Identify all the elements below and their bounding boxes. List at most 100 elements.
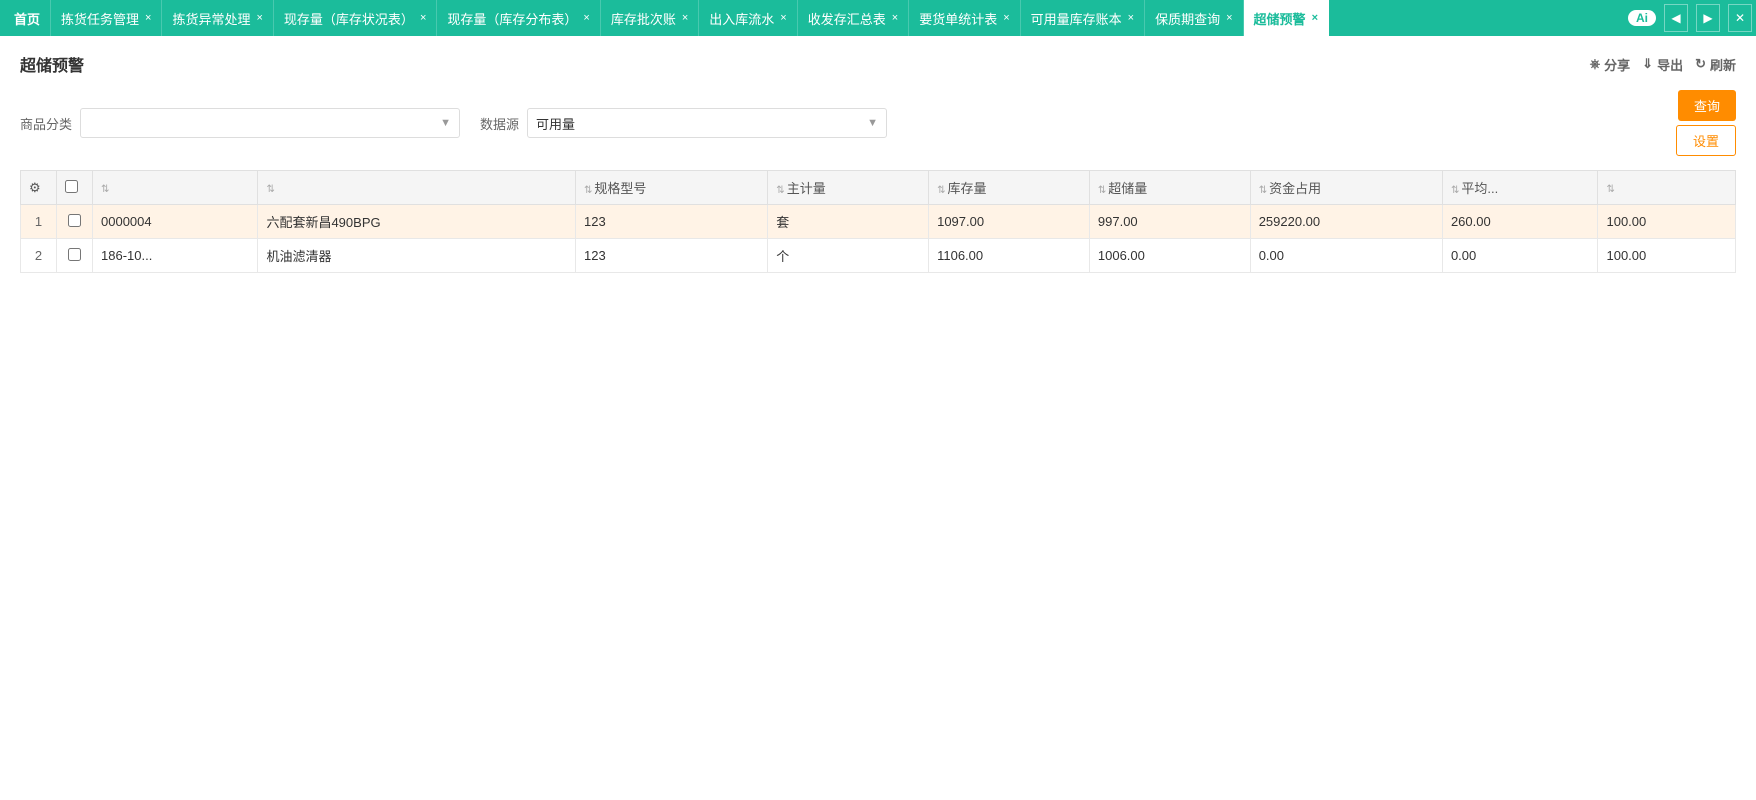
share-button[interactable]: ⎈ 分享 [1590,55,1630,74]
filter-area: 商品分类 ▼ 数据源 可用量 ▼ 查询 设置 [20,90,1736,156]
nav-item-label: 出入库流水 [709,9,774,28]
nav-item-close-icon[interactable]: × [1226,12,1232,24]
nav-item-label: 可用量库存账本 [1031,9,1122,28]
share-icon: ⎈ [1590,56,1600,72]
col-spec[interactable]: ⇅规格型号 [576,171,768,205]
row-checkbox[interactable] [68,248,81,261]
page-header: 超储预警 ⎈ 分享 ⇓ 导出 ↻ 刷新 [20,52,1736,76]
col-stock[interactable]: ⇅库存量 [929,171,1090,205]
row-avg: 0.00 [1442,239,1598,273]
col-unit[interactable]: ⇅主计量 [768,171,929,205]
row-checkbox-cell [57,239,93,273]
row-spec: 123 [576,205,768,239]
page-title: 超储预警 [20,52,84,76]
nav-item-6[interactable]: 收发存汇总表 × [798,0,909,36]
nav-item-9[interactable]: 保质期查询 × [1145,0,1243,36]
table-row: 1 0000004 六配套新昌490BPG 123 套 1097.00 997.… [21,205,1736,239]
nav-item-close-icon[interactable]: × [892,12,898,24]
gear-icon[interactable]: ⚙ [29,180,41,195]
nav-item-label: 超储预警 [1254,9,1306,28]
datasource-chevron-icon: ▼ [867,117,878,129]
nav-close-button[interactable]: ✕ [1728,4,1752,32]
refresh-label: 刷新 [1710,55,1736,74]
row-max-stock: 100.00 [1598,205,1736,239]
row-product-name: 机油滤清器 [258,239,576,273]
nav-item-5[interactable]: 出入库流水 × [699,0,797,36]
row-spec: 123 [576,239,768,273]
table-header: ⚙ ⇅ ⇅ ⇅规格型号 ⇅主计量 ⇅库存量 [21,171,1736,205]
nav-item-close-icon[interactable]: × [420,12,426,24]
col-product-name[interactable]: ⇅ [258,171,576,205]
nav-item-close-icon[interactable]: × [583,12,589,24]
nav-item-4[interactable]: 库存批次账× [601,0,699,36]
nav-item-label: 拣货任务管理 [61,9,139,28]
col-overstock[interactable]: ⇅超储量 [1089,171,1250,205]
row-capital: 0.00 [1250,239,1442,273]
col-product-code[interactable]: ⇅ [93,171,258,205]
row-num: 1 [21,205,57,239]
nav-item-label: 收发存汇总表 [808,9,886,28]
row-stock: 1097.00 [929,205,1090,239]
product-category-label: 商品分类 [20,114,72,133]
nav-home[interactable]: 首页 [4,0,51,36]
nav-prev-button[interactable]: ◀ [1664,4,1688,32]
nav-item-label: 保质期查询 [1155,9,1220,28]
nav-item-3[interactable]: 现存量（库存分布表） × [437,0,600,36]
product-category-filter: 商品分类 ▼ [20,108,460,138]
row-unit: 个 [768,239,929,273]
nav-item-close-icon[interactable]: × [1003,12,1009,24]
col-avg[interactable]: ⇅平均... [1442,171,1598,205]
nav-item-close-icon[interactable]: × [256,12,262,24]
nav-next-button[interactable]: ▶ [1696,4,1720,32]
refresh-icon: ↻ [1695,56,1706,72]
row-product-name: 六配套新昌490BPG [258,205,576,239]
row-product-code: 0000004 [93,205,258,239]
col-settings: ⚙ [21,171,57,205]
nav-item-label: 现存量（库存状况表） [284,9,414,28]
export-label: 导出 [1657,55,1683,74]
datasource-select[interactable]: 可用量 ▼ [527,108,887,138]
row-capital: 259220.00 [1250,205,1442,239]
product-category-select[interactable]: ▼ [80,108,460,138]
export-icon: ⇓ [1642,56,1653,72]
row-checkbox-cell [57,205,93,239]
nav-item-8[interactable]: 可用量库存账本 × [1021,0,1145,36]
col-max-stock[interactable]: ⇅ [1598,171,1736,205]
export-button[interactable]: ⇓ 导出 [1642,55,1683,74]
nav-item-close-icon[interactable]: × [1128,12,1134,24]
nav-right: Ai ◀ ▶ ✕ [1628,4,1752,32]
select-all-checkbox[interactable] [65,180,78,193]
row-overstock: 997.00 [1089,205,1250,239]
nav-item-2[interactable]: 现存量（库存状况表） × [274,0,437,36]
refresh-button[interactable]: ↻ 刷新 [1695,55,1736,74]
nav-item-close-icon[interactable]: × [780,12,786,24]
nav-item-label: 拣货异常处理 [172,9,250,28]
page-actions: ⎈ 分享 ⇓ 导出 ↻ 刷新 [1590,55,1736,74]
col-capital[interactable]: ⇅资金占用 [1250,171,1442,205]
nav-item-label: 现存量（库存分布表） [447,9,577,28]
datasource-filter: 数据源 可用量 ▼ [480,108,887,138]
nav-bar: 首页 拣货任务管理×拣货异常处理×现存量（库存状况表）×现存量（库存分布表）×库… [0,0,1756,36]
data-table: ⚙ ⇅ ⇅ ⇅规格型号 ⇅主计量 ⇅库存量 [20,170,1736,273]
nav-item-7[interactable]: 要货单统计表× [909,0,1020,36]
query-button[interactable]: 查询 [1678,90,1736,121]
row-overstock: 1006.00 [1089,239,1250,273]
nav-item-0[interactable]: 拣货任务管理 × [51,0,162,36]
nav-item-close-icon[interactable]: × [682,12,688,24]
datasource-value: 可用量 [536,114,575,133]
page-content: 超储预警 ⎈ 分享 ⇓ 导出 ↻ 刷新 商品分类 ▼ 数据源 [0,36,1756,289]
settings-button[interactable]: 设置 [1676,125,1736,156]
row-max-stock: 100.00 [1598,239,1736,273]
nav-item-10[interactable]: 超储预警 × [1244,0,1329,36]
nav-item-close-icon[interactable]: × [1312,12,1318,24]
row-stock: 1106.00 [929,239,1090,273]
nav-item-1[interactable]: 拣货异常处理 × [162,0,273,36]
filter-buttons: 查询 设置 [1676,90,1736,156]
nav-home-label: 首页 [14,9,40,28]
row-unit: 套 [768,205,929,239]
ai-badge: Ai [1628,10,1656,26]
nav-item-close-icon[interactable]: × [145,12,151,24]
table-body: 1 0000004 六配套新昌490BPG 123 套 1097.00 997.… [21,205,1736,273]
col-checkbox [57,171,93,205]
row-checkbox[interactable] [68,214,81,227]
